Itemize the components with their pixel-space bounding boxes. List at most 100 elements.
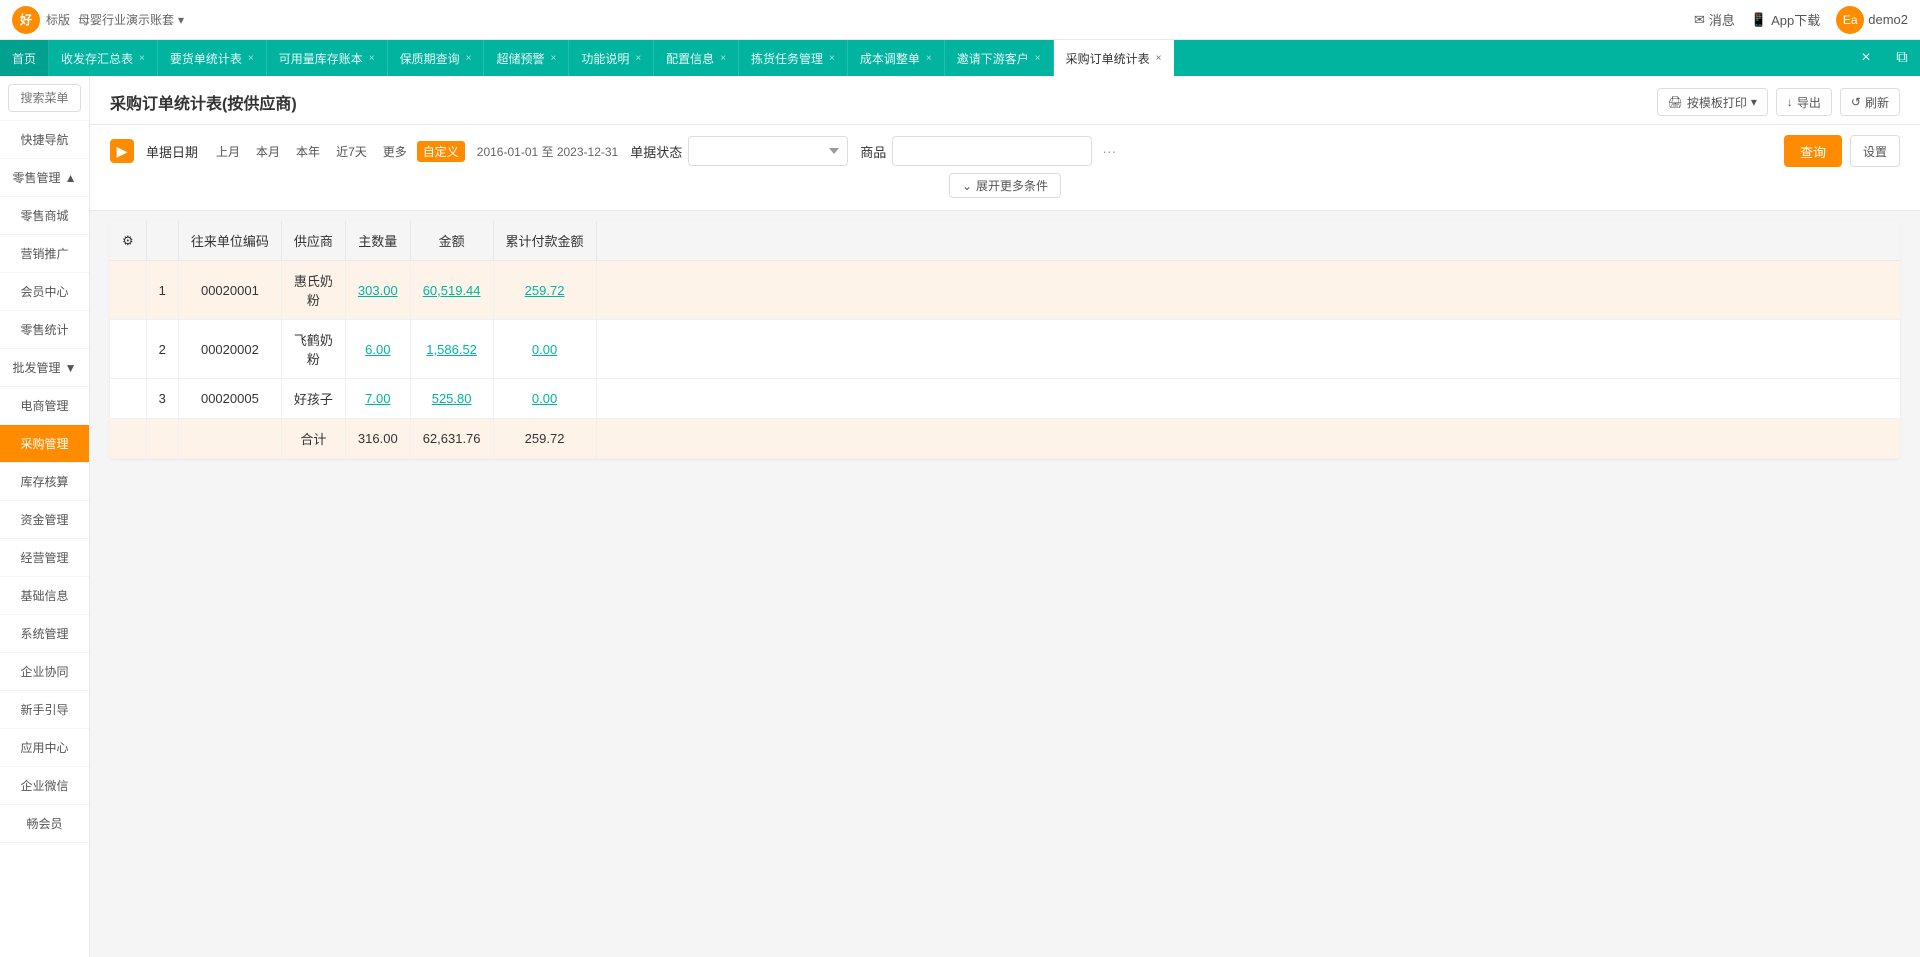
user-area[interactable]: Ea demo2	[1836, 6, 1908, 34]
sidebar-item-purchase-mgmt[interactable]: 采购管理	[0, 425, 89, 463]
close-receive-summary-icon[interactable]: ×	[139, 53, 145, 64]
tab-inventory-ledger[interactable]: 可用量库存账本 ×	[267, 40, 388, 76]
tab-function-desc[interactable]: 功能说明 ×	[569, 40, 654, 76]
table-header-row: ⚙ 往来单位编码 供应商 主数量 金额 累计付款金额	[110, 221, 1900, 261]
sidebar-item-finance[interactable]: 资金管理	[0, 501, 89, 539]
tab-cost-adjust[interactable]: 成本调整单 ×	[848, 40, 945, 76]
shortcut-last-month[interactable]: 上月	[210, 141, 246, 162]
col-vendor-code: 往来单位编码	[178, 221, 281, 261]
table-area: ⚙ 往来单位编码 供应商 主数量 金额 累计付款金额 1 00020001	[90, 211, 1920, 957]
ellipsis-icon[interactable]: ···	[1098, 143, 1120, 159]
footer-num-cell	[146, 419, 178, 459]
table-row: 1 00020001 惠氏奶粉 303.00 60,519.44 259.72	[110, 261, 1900, 320]
tab-purchase-stats[interactable]: 采购订单统计表 ×	[1054, 40, 1175, 76]
row-extra-cell	[596, 320, 1900, 379]
footer-settings-cell	[110, 419, 146, 459]
nav-tabs: 首页 收发存汇总表 × 要货单统计表 × 可用量库存账本 × 保质期查询 × 超…	[0, 40, 1920, 76]
tab-receive-summary[interactable]: 收发存汇总表 ×	[49, 40, 158, 76]
tab-order-stats[interactable]: 要货单统计表 ×	[158, 40, 267, 76]
row-num-cell: 1	[146, 261, 178, 320]
page-header: 采购订单统计表(按供应商) 🖨 按模板打印 ▾ ↓ 导出 ↺ 刷新	[90, 76, 1920, 125]
sidebar-item-new-guide[interactable]: 新手引导	[0, 691, 89, 729]
workspace-selector[interactable]: 母婴行业演示账套 ▾	[78, 11, 184, 28]
sidebar-item-search[interactable]	[0, 76, 89, 121]
sidebar-item-marketing[interactable]: 营销推广	[0, 235, 89, 273]
sidebar-quick-nav-label: 快捷导航	[20, 131, 68, 148]
tab-invite-downstream-label: 邀请下游客户	[957, 50, 1029, 67]
print-icon: 🖨	[1668, 95, 1683, 109]
filter-goods-input[interactable]	[892, 136, 1092, 166]
restore-window-btn[interactable]: ⧉	[1884, 40, 1920, 76]
close-warranty-query-icon[interactable]: ×	[466, 53, 472, 64]
tab-invite-downstream[interactable]: 邀请下游客户 ×	[945, 40, 1054, 76]
shortcut-more[interactable]: 更多	[377, 141, 413, 162]
close-purchase-stats-icon[interactable]: ×	[1156, 53, 1162, 64]
sidebar-item-system-mgmt[interactable]: 系统管理	[0, 615, 89, 653]
close-overstock-warning-icon[interactable]: ×	[550, 53, 556, 64]
sidebar-item-ecommerce[interactable]: 电商管理	[0, 387, 89, 425]
setting-btn[interactable]: 设置	[1850, 135, 1900, 167]
close-invite-downstream-icon[interactable]: ×	[1035, 53, 1041, 64]
tab-warranty-query[interactable]: 保质期查询 ×	[388, 40, 485, 76]
expand-row: ⌄ 展开更多条件	[110, 167, 1900, 200]
export-btn[interactable]: ↓ 导出	[1776, 88, 1832, 116]
shortcut-custom[interactable]: 自定义	[417, 141, 465, 162]
sidebar-item-enterprise-wechat[interactable]: 企业微信	[0, 767, 89, 805]
row-paid-cell: 0.00	[493, 320, 596, 379]
sidebar-retail-mall-label: 零售商城	[20, 207, 68, 224]
filter-status-select[interactable]	[688, 136, 848, 166]
sidebar-item-retail-stats[interactable]: 零售统计	[0, 311, 89, 349]
row-qty-cell: 303.00	[345, 261, 410, 320]
sidebar-item-operations[interactable]: 经营管理	[0, 539, 89, 577]
row-qty-cell: 6.00	[345, 320, 410, 379]
tab-function-desc-label: 功能说明	[581, 50, 629, 67]
sidebar-item-basic-info[interactable]: 基础信息	[0, 577, 89, 615]
close-window-btn[interactable]: ×	[1848, 40, 1884, 76]
tab-pick-task-label: 拣货任务管理	[751, 50, 823, 67]
query-btn[interactable]: 查询	[1784, 135, 1842, 167]
sidebar-member-center-label: 会员中心	[20, 283, 68, 300]
message-btn[interactable]: ✉ 消息	[1694, 10, 1735, 29]
close-cost-adjust-icon[interactable]: ×	[926, 53, 932, 64]
message-icon: ✉	[1694, 12, 1705, 28]
sidebar-retail-stats-label: 零售统计	[20, 321, 68, 338]
tab-home[interactable]: 首页	[0, 40, 49, 76]
sidebar-item-member-center[interactable]: 会员中心	[0, 273, 89, 311]
sidebar-item-retail-mall[interactable]: 零售商城	[0, 197, 89, 235]
sidebar-item-app-center[interactable]: 应用中心	[0, 729, 89, 767]
sidebar-ecommerce-label: 电商管理	[20, 397, 68, 414]
settings-icon[interactable]: ⚙	[122, 233, 134, 248]
sidebar-item-member-vip[interactable]: 畅会员	[0, 805, 89, 843]
sidebar-item-inventory[interactable]: 库存核算	[0, 463, 89, 501]
logo-text: 标版	[46, 11, 70, 28]
search-input[interactable]	[8, 84, 81, 112]
print-btn[interactable]: 🖨 按模板打印 ▾	[1657, 88, 1768, 116]
sidebar-item-enterprise-collab[interactable]: 企业协同	[0, 653, 89, 691]
sidebar-marketing-label: 营销推广	[20, 245, 68, 262]
close-pick-task-icon[interactable]: ×	[829, 53, 835, 64]
tab-config-info[interactable]: 配置信息 ×	[654, 40, 739, 76]
print-arrow-icon: ▾	[1751, 95, 1757, 109]
filter-toggle-btn[interactable]: ▶	[110, 139, 134, 163]
shortcut-this-year[interactable]: 本年	[290, 141, 326, 162]
table-row: 3 00020005 好孩子 7.00 525.80 0.00	[110, 379, 1900, 419]
expand-btn[interactable]: ⌄ 展开更多条件	[949, 173, 1061, 198]
row-vendor-code-cell: 00020005	[178, 379, 281, 419]
shortcut-7days[interactable]: 近7天	[330, 141, 373, 162]
content-area: 采购订单统计表(按供应商) 🖨 按模板打印 ▾ ↓ 导出 ↺ 刷新	[90, 76, 1920, 957]
sidebar-item-retail-mgmt[interactable]: 零售管理 ▲	[0, 159, 89, 197]
tab-pick-task[interactable]: 拣货任务管理 ×	[739, 40, 848, 76]
close-order-stats-icon[interactable]: ×	[248, 53, 254, 64]
sidebar-item-quick-nav[interactable]: 快捷导航	[0, 121, 89, 159]
refresh-btn[interactable]: ↺ 刷新	[1840, 88, 1900, 116]
page-actions: 🖨 按模板打印 ▾ ↓ 导出 ↺ 刷新	[1657, 88, 1900, 116]
close-inventory-ledger-icon[interactable]: ×	[369, 53, 375, 64]
shortcut-this-month[interactable]: 本月	[250, 141, 286, 162]
sidebar-item-wholesale-mgmt[interactable]: 批发管理 ▼	[0, 349, 89, 387]
tab-overstock-warning[interactable]: 超储预警 ×	[484, 40, 569, 76]
app-download-btn[interactable]: 📱 App下载	[1751, 10, 1820, 29]
export-label: 导出	[1797, 94, 1821, 111]
row-qty-cell: 7.00	[345, 379, 410, 419]
close-function-desc-icon[interactable]: ×	[635, 53, 641, 64]
close-config-info-icon[interactable]: ×	[720, 53, 726, 64]
